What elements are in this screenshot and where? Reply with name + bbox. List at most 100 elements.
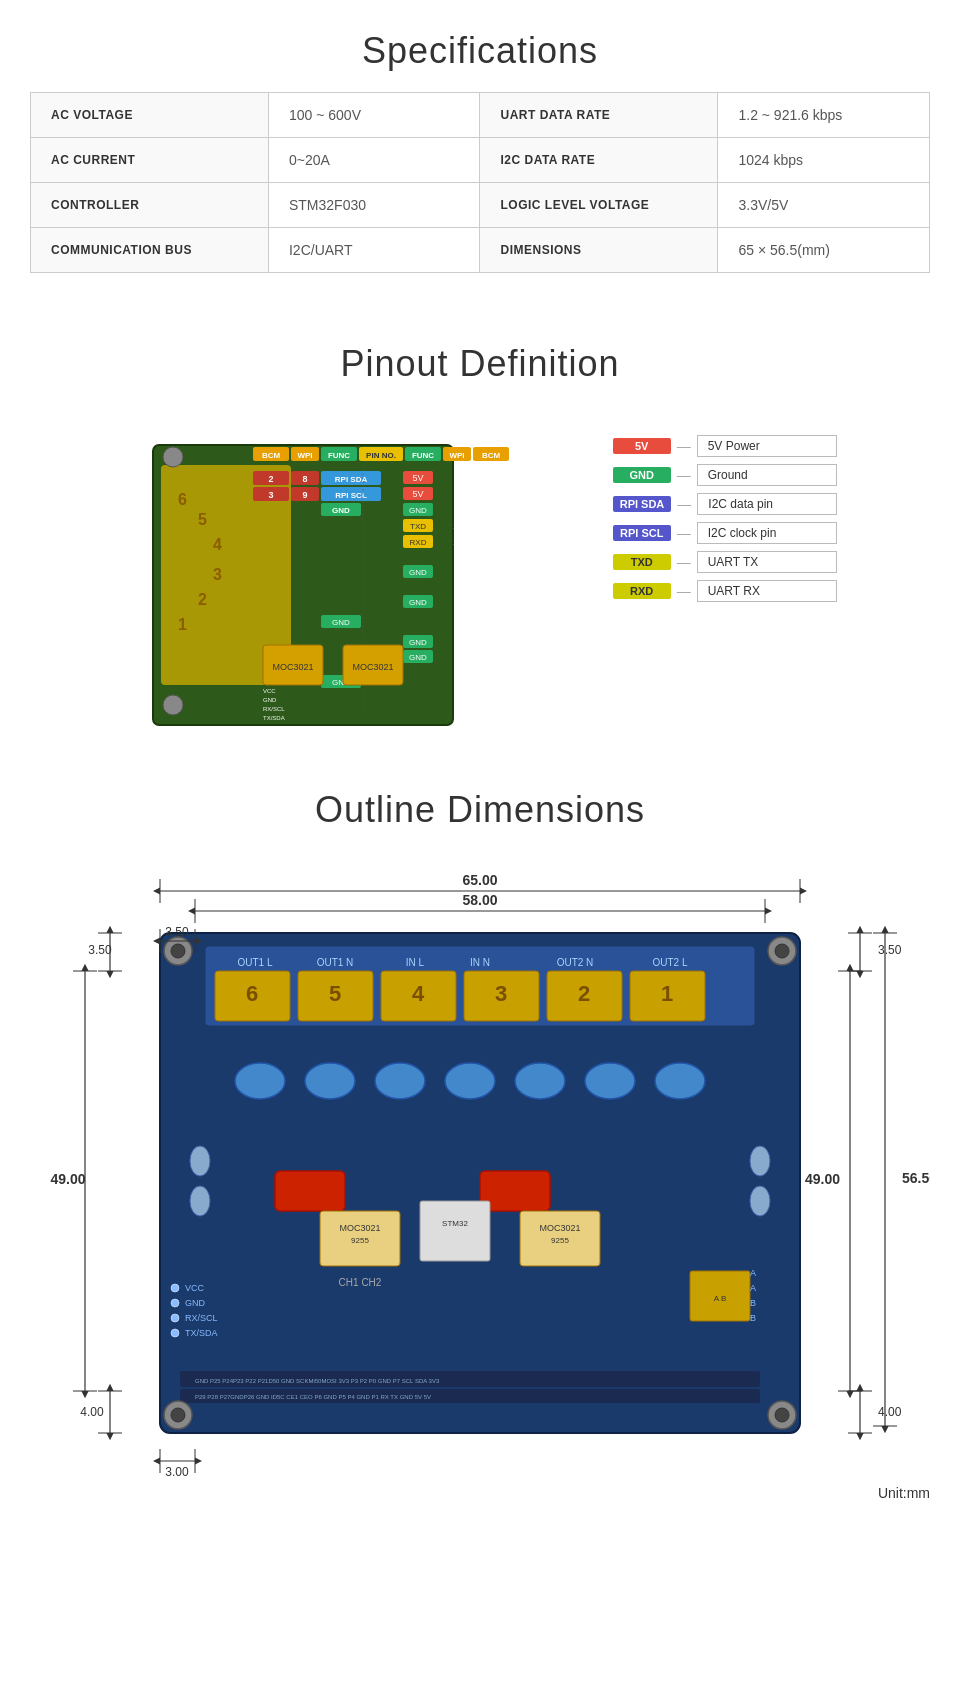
svg-text:BCM: BCM <box>482 451 501 460</box>
svg-text:MOC3021: MOC3021 <box>352 662 393 672</box>
svg-text:3.00: 3.00 <box>165 1465 189 1479</box>
svg-text:GND: GND <box>409 568 427 577</box>
svg-text:3.50: 3.50 <box>878 943 902 957</box>
pin-description: UART RX <box>697 580 837 602</box>
svg-point-70 <box>163 695 183 715</box>
spec-value: 3.3V/5V <box>718 183 930 228</box>
specs-table: AC VOLTAGE 100 ~ 600V UART DATA RATE 1.2… <box>30 92 930 273</box>
svg-text:VCC: VCC <box>263 688 276 694</box>
pin-tag: RPI SDA <box>613 496 672 512</box>
pin-definitions: 5V — 5V Power GND — Ground RPI SDA — I2C… <box>613 435 838 602</box>
svg-text:16: 16 <box>453 538 462 547</box>
pin-description: 5V Power <box>697 435 837 457</box>
spec-value: 1.2 ~ 921.6 kbps <box>718 93 930 138</box>
svg-text:3.50: 3.50 <box>165 925 189 939</box>
svg-text:4.00: 4.00 <box>878 1405 902 1419</box>
svg-text:TX/SDA: TX/SDA <box>263 715 285 721</box>
svg-text:1: 1 <box>178 616 187 633</box>
pin-def-row: RXD — UART RX <box>613 580 838 602</box>
pin-description: Ground <box>697 464 837 486</box>
pin-separator: — <box>677 583 691 599</box>
svg-text:5V: 5V <box>412 473 423 483</box>
specs-row: COMMUNICATION BUS I2C/UART DIMENSIONS 65… <box>31 228 930 273</box>
svg-text:58.00: 58.00 <box>462 892 497 908</box>
spec-label: COMMUNICATION BUS <box>31 228 269 273</box>
spec-label: DIMENSIONS <box>480 228 718 273</box>
svg-text:3: 3 <box>213 566 222 583</box>
pin-def-row: 5V — 5V Power <box>613 435 838 457</box>
svg-text:GND: GND <box>332 618 350 627</box>
svg-text:5V: 5V <box>412 489 423 499</box>
spec-value: STM32F030 <box>268 183 480 228</box>
spec-label: AC CURRENT <box>31 138 269 183</box>
pin-def-row: TXD — UART TX <box>613 551 838 573</box>
svg-text:56.50: 56.50 <box>902 1170 930 1186</box>
svg-text:BCM: BCM <box>262 451 281 460</box>
spec-value: I2C/UART <box>268 228 480 273</box>
dimension-lines: 65.00 58.00 3.50 3.50 3.50 56.50 49.00 <box>30 861 930 1501</box>
svg-text:RXD: RXD <box>409 538 426 547</box>
svg-text:5: 5 <box>198 511 207 528</box>
spec-value: 1024 kbps <box>718 138 930 183</box>
dimensions-title: Outline Dimensions <box>0 759 960 851</box>
svg-text:6: 6 <box>178 491 187 508</box>
svg-text:GND: GND <box>263 697 277 703</box>
pin-def-row: RPI SCL — I2C clock pin <box>613 522 838 544</box>
svg-text:GND: GND <box>409 598 427 607</box>
svg-text:MOC3021: MOC3021 <box>272 662 313 672</box>
pin-description: I2C data pin <box>697 493 837 515</box>
svg-text:WPI: WPI <box>449 451 464 460</box>
svg-text:GND: GND <box>332 506 350 515</box>
pin-def-row: RPI SDA — I2C data pin <box>613 493 838 515</box>
pin-separator: — <box>677 496 691 512</box>
svg-text:RPI SCL: RPI SCL <box>335 491 367 500</box>
pin-tag: TXD <box>613 554 671 570</box>
pin-separator: — <box>677 438 691 454</box>
svg-text:PIN NO.: PIN NO. <box>366 451 396 460</box>
svg-text:3: 3 <box>268 490 273 500</box>
svg-text:15: 15 <box>473 538 482 547</box>
spec-value: 0~20A <box>268 138 480 183</box>
spec-label: AC VOLTAGE <box>31 93 269 138</box>
svg-text:2: 2 <box>198 591 207 608</box>
svg-text:FUNC: FUNC <box>328 451 350 460</box>
svg-text:3.50: 3.50 <box>88 943 112 957</box>
pin-tag: 5V <box>613 438 671 454</box>
svg-text:2: 2 <box>268 474 273 484</box>
dimensions-section: 65.00 58.00 3.50 3.50 3.50 56.50 49.00 <box>30 861 930 1501</box>
pin-tag: GND <box>613 467 671 483</box>
svg-text:4: 4 <box>213 536 222 553</box>
spec-value: 65 × 56.5(mm) <box>718 228 930 273</box>
svg-text:14: 14 <box>473 522 482 531</box>
svg-text:9: 9 <box>302 490 307 500</box>
svg-text:15: 15 <box>453 522 462 531</box>
pin-tag: RXD <box>613 583 671 599</box>
svg-point-69 <box>163 447 183 467</box>
svg-text:8: 8 <box>302 474 307 484</box>
pin-separator: — <box>677 467 691 483</box>
svg-text:WPI: WPI <box>297 451 312 460</box>
svg-text:49.00: 49.00 <box>50 1171 85 1187</box>
pin-def-row: GND — Ground <box>613 464 838 486</box>
svg-text:GND: GND <box>409 506 427 515</box>
spec-label: I2C DATA RATE <box>480 138 718 183</box>
svg-text:RPI SDA: RPI SDA <box>334 475 367 484</box>
svg-text:GND: GND <box>409 638 427 647</box>
pin-separator: — <box>677 554 691 570</box>
pin-tag: RPI SCL <box>613 525 671 541</box>
svg-text:65.00: 65.00 <box>462 872 497 888</box>
specs-row: AC CURRENT 0~20A I2C DATA RATE 1024 kbps <box>31 138 930 183</box>
pinout-section: 6 5 4 3 2 1 OUT1 L OUT1 N IN L IN N OUT2… <box>0 415 960 759</box>
specs-row: AC VOLTAGE 100 ~ 600V UART DATA RATE 1.2… <box>31 93 930 138</box>
pin-description: UART TX <box>697 551 837 573</box>
pin-separator: — <box>677 525 691 541</box>
svg-text:RX/SCL: RX/SCL <box>263 706 285 712</box>
svg-text:4.00: 4.00 <box>80 1405 104 1419</box>
svg-text:TXD: TXD <box>410 522 426 531</box>
svg-text:49.00: 49.00 <box>805 1171 840 1187</box>
pin-description: I2C clock pin <box>697 522 837 544</box>
spec-value: 100 ~ 600V <box>268 93 480 138</box>
spec-label: CONTROLLER <box>31 183 269 228</box>
board-diagram: 6 5 4 3 2 1 OUT1 L OUT1 N IN L IN N OUT2… <box>123 415 583 759</box>
spec-label: UART DATA RATE <box>480 93 718 138</box>
